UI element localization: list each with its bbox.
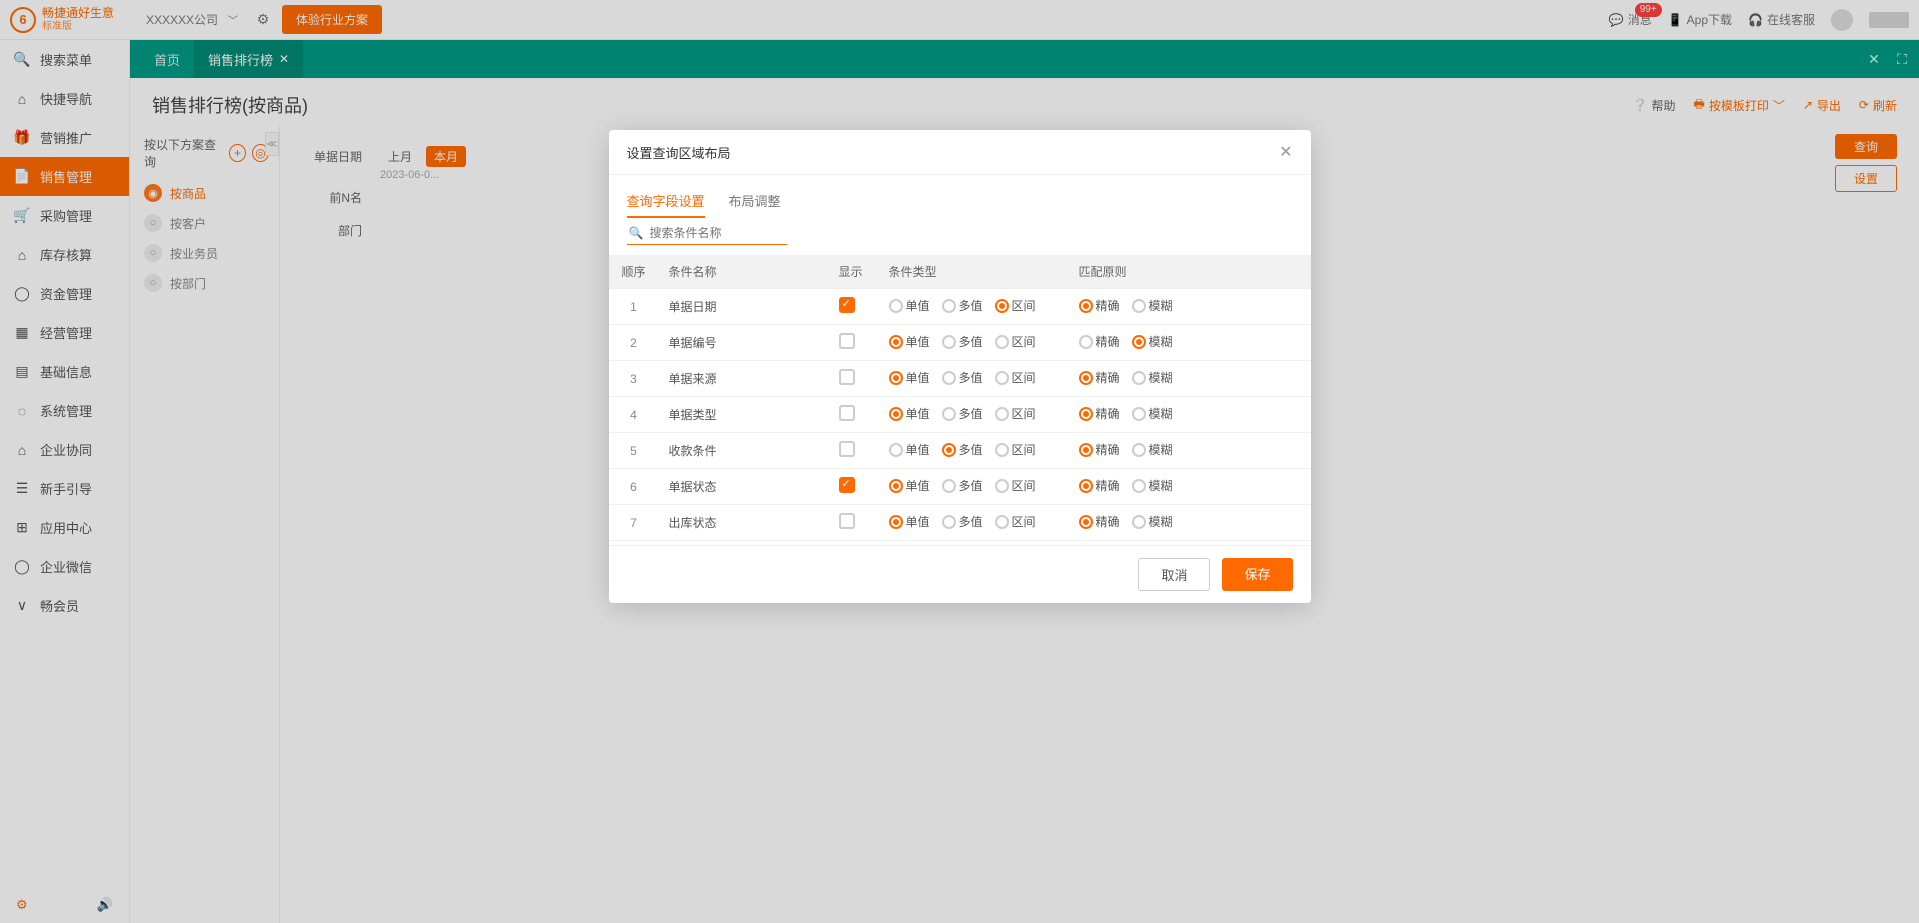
type-single-radio[interactable]: 单值 bbox=[889, 297, 930, 314]
match-fuzzy-radio[interactable]: 模糊 bbox=[1132, 369, 1173, 386]
match-fuzzy-radio[interactable]: 模糊 bbox=[1132, 441, 1173, 458]
cancel-button[interactable]: 取消 bbox=[1138, 558, 1210, 591]
col-match: 匹配原则 bbox=[1069, 255, 1311, 289]
type-range-radio[interactable]: 区间 bbox=[995, 405, 1036, 422]
show-checkbox[interactable] bbox=[839, 405, 855, 421]
col-type: 条件类型 bbox=[879, 255, 1069, 289]
match-exact-radio[interactable]: 精确 bbox=[1079, 297, 1120, 314]
type-multi-radio[interactable]: 多值 bbox=[942, 441, 983, 458]
table-row: 6 单据状态 单值多值区间 精确模糊 bbox=[609, 469, 1311, 505]
type-range-radio[interactable]: 区间 bbox=[995, 297, 1036, 314]
type-range-radio[interactable]: 区间 bbox=[995, 477, 1036, 494]
col-show: 显示 bbox=[829, 255, 879, 289]
type-range-radio[interactable]: 区间 bbox=[995, 333, 1036, 350]
show-checkbox[interactable] bbox=[839, 297, 855, 313]
cell-name: 出库状态 bbox=[659, 505, 829, 541]
type-multi-radio[interactable]: 多值 bbox=[942, 405, 983, 422]
cell-name: 收款条件 bbox=[659, 433, 829, 469]
condition-search-field[interactable]: 🔍 bbox=[627, 222, 787, 245]
modal-close-icon[interactable]: ✕ bbox=[1279, 142, 1292, 162]
search-input[interactable] bbox=[649, 226, 804, 240]
query-layout-modal: 设置查询区域布局 ✕ 查询字段设置 布局调整 🔍 顺序 条件名称 显示 条件类型 bbox=[609, 130, 1311, 603]
match-fuzzy-radio[interactable]: 模糊 bbox=[1132, 477, 1173, 494]
cell-seq: 3 bbox=[609, 361, 659, 397]
match-exact-radio[interactable]: 精确 bbox=[1079, 513, 1120, 530]
type-single-radio[interactable]: 单值 bbox=[889, 513, 930, 530]
cell-seq: 7 bbox=[609, 505, 659, 541]
match-fuzzy-radio[interactable]: 模糊 bbox=[1132, 297, 1173, 314]
match-fuzzy-radio[interactable]: 模糊 bbox=[1132, 513, 1173, 530]
cell-seq: 5 bbox=[609, 433, 659, 469]
table-row: 3 单据来源 单值多值区间 精确模糊 bbox=[609, 361, 1311, 397]
type-range-radio[interactable]: 区间 bbox=[995, 513, 1036, 530]
type-single-radio[interactable]: 单值 bbox=[889, 441, 930, 458]
type-multi-radio[interactable]: 多值 bbox=[942, 333, 983, 350]
table-row: 1 单据日期 单值多值区间 精确模糊 bbox=[609, 289, 1311, 325]
match-fuzzy-radio[interactable]: 模糊 bbox=[1132, 333, 1173, 350]
cell-name: 单据来源 bbox=[659, 361, 829, 397]
search-icon: 🔍 bbox=[629, 226, 644, 240]
cell-name: 单据类型 bbox=[659, 397, 829, 433]
match-fuzzy-radio[interactable]: 模糊 bbox=[1132, 405, 1173, 422]
save-button[interactable]: 保存 bbox=[1222, 558, 1292, 591]
cell-seq: 4 bbox=[609, 397, 659, 433]
type-multi-radio[interactable]: 多值 bbox=[942, 513, 983, 530]
show-checkbox[interactable] bbox=[839, 477, 855, 493]
cell-seq: 2 bbox=[609, 325, 659, 361]
type-single-radio[interactable]: 单值 bbox=[889, 405, 930, 422]
show-checkbox[interactable] bbox=[839, 441, 855, 457]
tab-field-settings[interactable]: 查询字段设置 bbox=[627, 185, 705, 218]
table-row: 4 单据类型 单值多值区间 精确模糊 bbox=[609, 397, 1311, 433]
show-checkbox[interactable] bbox=[839, 513, 855, 529]
cell-seq: 6 bbox=[609, 469, 659, 505]
match-exact-radio[interactable]: 精确 bbox=[1079, 441, 1120, 458]
type-multi-radio[interactable]: 多值 bbox=[942, 297, 983, 314]
table-row: 2 单据编号 单值多值区间 精确模糊 bbox=[609, 325, 1311, 361]
match-exact-radio[interactable]: 精确 bbox=[1079, 405, 1120, 422]
type-single-radio[interactable]: 单值 bbox=[889, 477, 930, 494]
cell-name: 单据状态 bbox=[659, 469, 829, 505]
type-single-radio[interactable]: 单值 bbox=[889, 369, 930, 386]
cell-seq: 1 bbox=[609, 289, 659, 325]
type-multi-radio[interactable]: 多值 bbox=[942, 369, 983, 386]
show-checkbox[interactable] bbox=[839, 333, 855, 349]
match-exact-radio[interactable]: 精确 bbox=[1079, 477, 1120, 494]
type-range-radio[interactable]: 区间 bbox=[995, 369, 1036, 386]
type-range-radio[interactable]: 区间 bbox=[995, 441, 1036, 458]
cell-name: 单据日期 bbox=[659, 289, 829, 325]
table-row: 7 出库状态 单值多值区间 精确模糊 bbox=[609, 505, 1311, 541]
type-multi-radio[interactable]: 多值 bbox=[942, 477, 983, 494]
modal-title: 设置查询区域布局 bbox=[627, 143, 731, 162]
type-single-radio[interactable]: 单值 bbox=[889, 333, 930, 350]
table-row: 5 收款条件 单值多值区间 精确模糊 bbox=[609, 433, 1311, 469]
col-seq: 顺序 bbox=[609, 255, 659, 289]
modal-overlay: 设置查询区域布局 ✕ 查询字段设置 布局调整 🔍 顺序 条件名称 显示 条件类型 bbox=[0, 0, 1919, 923]
cell-name: 单据编号 bbox=[659, 325, 829, 361]
match-exact-radio[interactable]: 精确 bbox=[1079, 369, 1120, 386]
col-name: 条件名称 bbox=[659, 255, 829, 289]
conditions-table[interactable]: 顺序 条件名称 显示 条件类型 匹配原则 1 单据日期 单值多值区间 精确模糊 … bbox=[609, 255, 1311, 545]
tab-layout-adjust[interactable]: 布局调整 bbox=[729, 185, 781, 218]
show-checkbox[interactable] bbox=[839, 369, 855, 385]
match-exact-radio[interactable]: 精确 bbox=[1079, 333, 1120, 350]
